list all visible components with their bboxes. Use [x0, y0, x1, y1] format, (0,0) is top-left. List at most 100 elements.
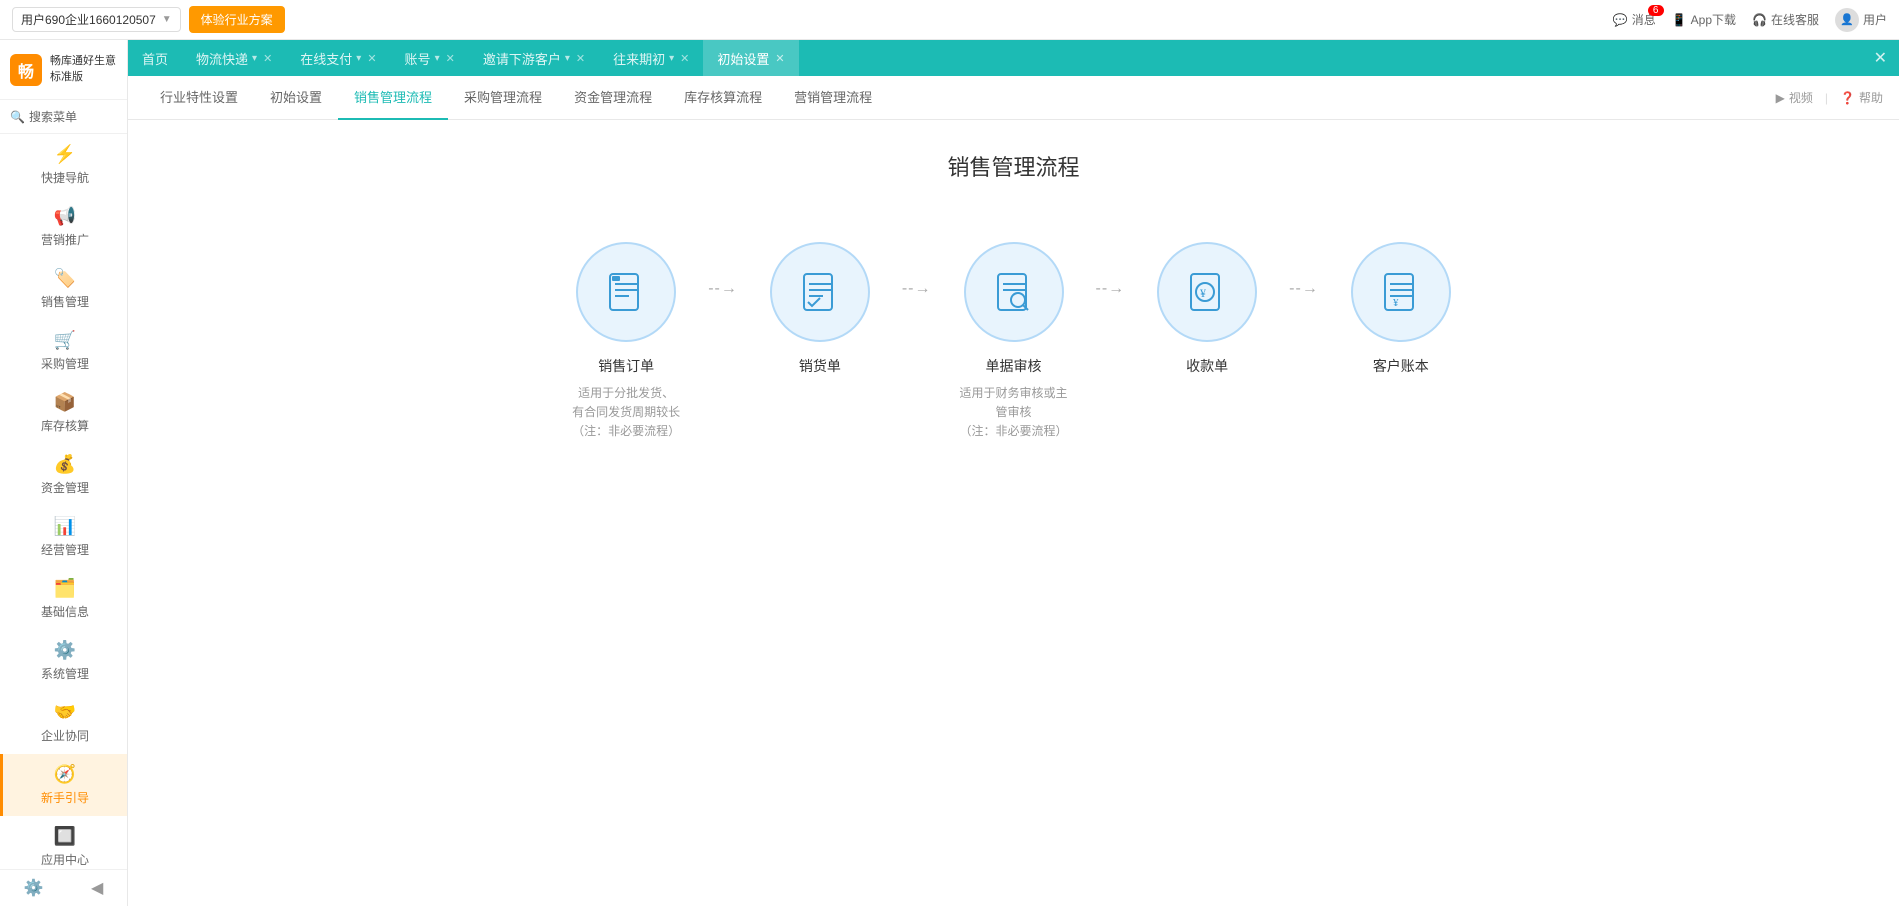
sub-tab-purchase-flow[interactable]: 采购管理流程 [448, 76, 558, 120]
sub-tab-init-settings[interactable]: 初始设置 [254, 76, 338, 120]
sidebar-search-area: 🔍 搜索菜单 [0, 100, 127, 134]
sub-tabs-right: ▶ 视频 | ❓ 帮助 [1776, 89, 1883, 106]
flow-step-customer-account[interactable]: ¥ 客户账本 [1321, 242, 1481, 384]
experience-btn[interactable]: 体验行业方案 [189, 6, 285, 33]
sidebar-item-quick-nav[interactable]: ⚡ 快捷导航 [0, 134, 127, 196]
help-link[interactable]: ❓ 帮助 [1840, 89, 1883, 106]
sub-tabs-left: 行业特性设置初始设置销售管理流程采购管理流程资金管理流程库存核算流程营销管理流程 [144, 76, 888, 120]
chevron-down-icon: ▾ [435, 53, 440, 64]
sidebar-item-sales-mgmt[interactable]: 🏷️ 销售管理 [0, 258, 127, 320]
sidebar-item-app-center[interactable]: 🔲 应用中心 [0, 816, 127, 869]
sidebar-item-label-basic-info: 基础信息 [41, 603, 89, 620]
search-menu-btn[interactable]: 🔍 搜索菜单 [10, 108, 117, 125]
sidebar-item-operations-mgmt[interactable]: 📊 经营管理 [0, 506, 127, 568]
headset-icon: 🎧 [1752, 13, 1767, 27]
sidebar-item-enterprise-collab[interactable]: 🤝 企业协同 [0, 692, 127, 754]
sidebar-item-new-guide[interactable]: 🧭 新手引导 [0, 754, 127, 816]
nav-icon-system-mgmt: ⚙️ [54, 640, 76, 661]
flow-steps: 销售订单 适用于分批发货、有合同发货周期较长（注：非必要流程） --→ 销货单 … [168, 242, 1859, 442]
sidebar: 畅 畅库通好生意 标准版 🔍 搜索菜单 ⚡ 快捷导航 📢 营销推广 🏷️ 销售管… [0, 0, 128, 906]
close-icon[interactable]: ✕ [680, 52, 689, 65]
sidebar-item-finance-mgmt[interactable]: 💰 资金管理 [0, 444, 127, 506]
sidebar-item-basic-info[interactable]: 🗂️ 基础信息 [0, 568, 127, 630]
header-left: 用户690企业1660120507 ▼ 体验行业方案 [12, 6, 285, 33]
sub-tab-finance-flow[interactable]: 资金管理流程 [558, 76, 668, 120]
close-icon[interactable]: ✕ [446, 52, 455, 65]
sidebar-nav: ⚡ 快捷导航 📢 营销推广 🏷️ 销售管理 🛒 采购管理 📦 库存核算 💰 资金… [0, 134, 127, 869]
main-wrapper: 首页物流快递▾✕在线支付▾✕账号▾✕邀请下游客户▾✕往来期初▾✕初始设置✕✕ 行… [128, 0, 1899, 906]
sub-tab-inventory-flow[interactable]: 库存核算流程 [668, 76, 778, 120]
user-selector[interactable]: 用户690企业1660120507 ▼ [12, 7, 181, 32]
flow-step-circle-sales-order [576, 242, 676, 342]
nav-icon-quick-nav: ⚡ [54, 144, 76, 165]
sub-tab-sales-flow[interactable]: 销售管理流程 [338, 76, 448, 120]
sidebar-item-label-marketing-promo: 营销推广 [41, 231, 89, 248]
close-icon[interactable]: ✕ [775, 52, 784, 65]
close-icon[interactable]: ✕ [367, 52, 376, 65]
flow-step-receipt[interactable]: ¥ 收款单 [1127, 242, 1287, 384]
sidebar-item-marketing-promo[interactable]: 📢 营销推广 [0, 196, 127, 258]
nav-tab-home[interactable]: 首页 [128, 40, 182, 76]
messages-btn[interactable]: 💬 消息 6 [1613, 11, 1656, 28]
logo-text: 畅库通好生意 标准版 [50, 54, 116, 85]
top-header: 用户690企业1660120507 ▼ 体验行业方案 💬 消息 6 📱 App下… [0, 0, 1899, 40]
online-service-btn[interactable]: 🎧 在线客服 [1752, 11, 1819, 28]
chevron-down-icon: ▾ [669, 53, 674, 64]
sub-tab-sales-mgmt-flow[interactable]: 营销管理流程 [778, 76, 888, 120]
flow-step-circle-receipt: ¥ [1157, 242, 1257, 342]
nav-tab-init-settings[interactable]: 初始设置✕ [703, 40, 798, 76]
play-icon: ▶ [1776, 91, 1785, 105]
collapse-icon[interactable]: ◀ [91, 878, 103, 898]
sidebar-item-inventory[interactable]: 📦 库存核算 [0, 382, 127, 444]
logo-line1: 畅库通好生意 [50, 54, 116, 69]
flow-step-circle-doc-review [964, 242, 1064, 342]
logo-line2: 标准版 [50, 70, 116, 85]
flow-arrow-1: --→ [706, 280, 740, 298]
nav-icon-basic-info: 🗂️ [54, 578, 76, 599]
user-profile-btn[interactable]: 👤 用户 [1835, 8, 1887, 32]
app-download-label: App下载 [1691, 11, 1736, 28]
question-icon: ❓ [1840, 91, 1855, 105]
flow-step-sales-order[interactable]: 销售订单 适用于分批发货、有合同发货周期较长（注：非必要流程） [546, 242, 706, 442]
sidebar-item-system-mgmt[interactable]: ⚙️ 系统管理 [0, 630, 127, 692]
sidebar-item-label-quick-nav: 快捷导航 [41, 169, 89, 186]
dashed-arrow-1: --→ [708, 280, 738, 298]
nav-tabs-bar: 首页物流快递▾✕在线支付▾✕账号▾✕邀请下游客户▾✕往来期初▾✕初始设置✕✕ [128, 40, 1899, 76]
nav-tab-label-home: 首页 [142, 49, 168, 68]
sidebar-item-label-enterprise-collab: 企业协同 [41, 727, 89, 744]
sub-tabs-bar: 行业特性设置初始设置销售管理流程采购管理流程资金管理流程库存核算流程营销管理流程… [128, 76, 1899, 120]
nav-tab-online-pay[interactable]: 在线支付▾✕ [286, 40, 390, 76]
nav-icon-app-center: 🔲 [54, 826, 76, 847]
video-label: 视频 [1789, 89, 1813, 106]
avatar: 👤 [1835, 8, 1859, 32]
close-all-tabs-btn[interactable]: ✕ [1862, 48, 1899, 68]
video-link[interactable]: ▶ 视频 [1776, 89, 1813, 106]
flow-step-doc-review[interactable]: 单据审核 适用于财务审核或主管审核（注：非必要流程） [934, 242, 1094, 442]
flow-step-circle-sales-invoice [770, 242, 870, 342]
content-area: 行业特性设置初始设置销售管理流程采购管理流程资金管理流程库存核算流程营销管理流程… [128, 76, 1899, 906]
dashed-arrow-2: --→ [902, 280, 932, 298]
nav-tab-account[interactable]: 账号▾✕ [391, 40, 469, 76]
flow-step-circle-customer-account: ¥ [1351, 242, 1451, 342]
nav-tab-logistics[interactable]: 物流快递▾✕ [182, 40, 286, 76]
nav-icon-sales-mgmt: 🏷️ [54, 268, 76, 289]
settings-icon[interactable]: ⚙️ [24, 878, 44, 898]
app-download-btn[interactable]: 📱 App下载 [1672, 11, 1736, 28]
nav-tab-history-init[interactable]: 往来期初▾✕ [599, 40, 703, 76]
close-icon[interactable]: ✕ [263, 52, 272, 65]
flow-step-name-customer-account: 客户账本 [1373, 356, 1429, 376]
help-label: 帮助 [1859, 89, 1883, 106]
flow-step-sales-invoice[interactable]: 销货单 [740, 242, 900, 384]
logo-icon: 畅 [10, 54, 42, 86]
flow-step-desc-sales-order: 适用于分批发货、有合同发货周期较长（注：非必要流程） [572, 384, 680, 442]
search-icon: 🔍 [10, 110, 25, 124]
nav-tab-invite-customer[interactable]: 邀请下游客户▾✕ [469, 40, 599, 76]
close-icon[interactable]: ✕ [576, 52, 585, 65]
sidebar-item-purchase-mgmt[interactable]: 🛒 采购管理 [0, 320, 127, 382]
flow-step-desc-doc-review: 适用于财务审核或主管审核（注：非必要流程） [959, 384, 1067, 442]
sidebar-item-label-finance-mgmt: 资金管理 [41, 479, 89, 496]
flow-page-title: 销售管理流程 [168, 150, 1859, 182]
flow-arrow-2: --→ [900, 280, 934, 298]
dashed-arrow-4: --→ [1289, 280, 1319, 298]
sub-tab-industry-settings[interactable]: 行业特性设置 [144, 76, 254, 120]
